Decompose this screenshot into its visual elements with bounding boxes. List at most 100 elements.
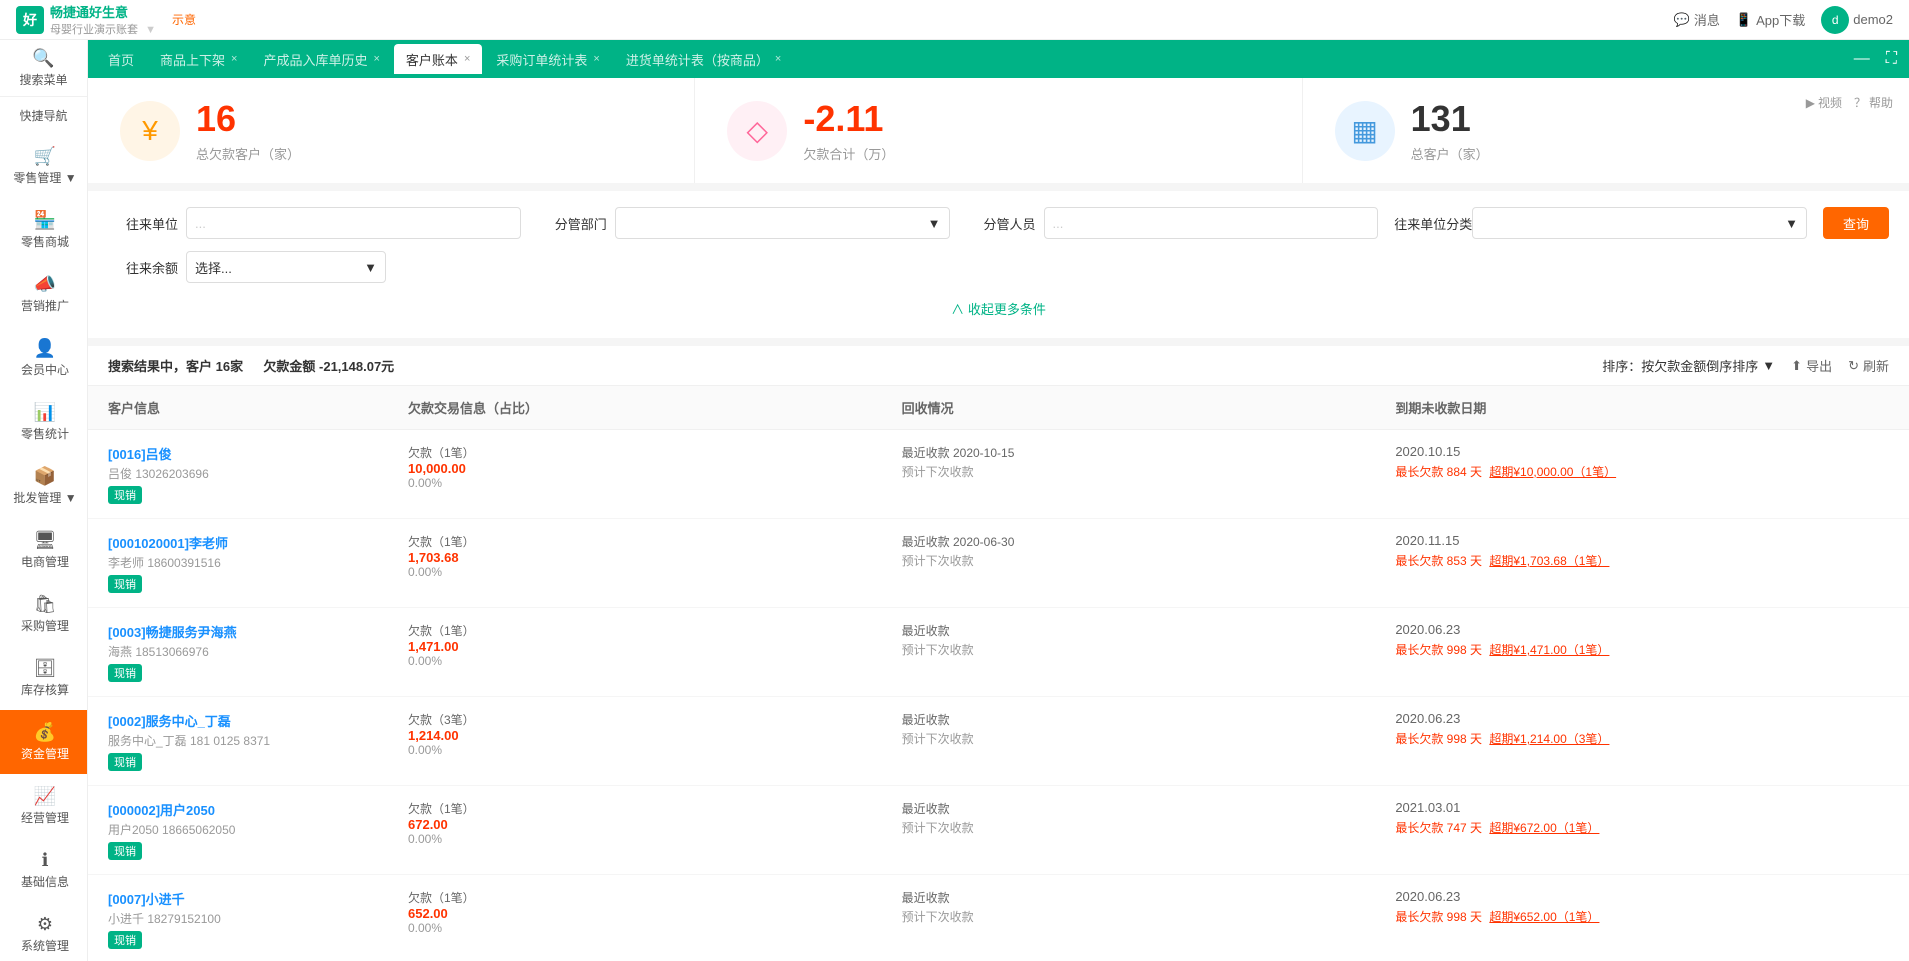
export-btn[interactable]: ⬆ 导出 <box>1791 356 1832 375</box>
customer-name-4[interactable]: [000002]用户2050 <box>108 800 408 819</box>
stat-icon-overdue: ¥ <box>120 101 180 161</box>
tab-close-purchase-stats[interactable]: × <box>593 53 599 65</box>
customer-tag-3: 现销 <box>108 753 142 771</box>
sidebar-item-retail-mgmt[interactable]: 🛒 零售管理 ▼ <box>0 134 87 198</box>
debt-amount-4[interactable]: 672.00 <box>408 817 902 832</box>
debt-info-1: 欠款（1笔） 1,703.68 0.00% <box>408 533 902 579</box>
stat-value-amount: -2.11 <box>803 98 894 140</box>
user-menu[interactable]: d demo2 <box>1821 6 1893 34</box>
balance-select[interactable]: 选择... ▼ <box>186 251 386 283</box>
debt-amount-3[interactable]: 1,214.00 <box>408 728 902 743</box>
sidebar-fast-nav[interactable]: 快捷导航 <box>0 97 87 134</box>
top-bar: 好 畅捷通好生意 母婴行业演示账套 ▼ 示意 💬 消息 📱 App下载 d de… <box>0 0 1909 40</box>
logo-area: 好 畅捷通好生意 母婴行业演示账套 ▼ <box>16 2 156 37</box>
tab-production-history[interactable]: 产成品入库单历史 × <box>251 44 391 74</box>
basic-icon: ℹ <box>7 850 83 871</box>
customer-tag-5: 现销 <box>108 931 142 949</box>
help-btn[interactable]: ？ 帮助 <box>1854 94 1893 111</box>
recover-info-5: 最近收款 预计下次收款 <box>902 889 1396 925</box>
sidebar-item-purchase[interactable]: 🛍 采购管理 <box>0 582 87 646</box>
customer-info-5: [0007]小进千 小进千 18279152100 现销 <box>108 889 408 949</box>
tab-close-customer-account[interactable]: × <box>464 53 470 65</box>
sidebar-item-retail-store[interactable]: 🏪 零售商城 <box>0 198 87 262</box>
tab-home[interactable]: 首页 <box>96 44 146 74</box>
sidebar-item-retail-stats[interactable]: 📊 零售统计 <box>0 390 87 454</box>
sidebar-item-system[interactable]: ⚙ 系统管理 <box>0 902 87 961</box>
tab-purchase-stats[interactable]: 采购订单统计表 × <box>484 44 611 74</box>
branch-dept-label: 分管部门 <box>537 214 607 233</box>
debt-amount-1[interactable]: 1,703.68 <box>408 550 902 565</box>
debt-amount-0[interactable]: 10,000.00 <box>408 461 902 476</box>
overdue-days-4[interactable]: 最长欠款 747 天 超期¥672.00（1笔） <box>1395 819 1889 836</box>
system-icon: ⚙ <box>7 914 83 935</box>
marketing-icon: 📣 <box>7 274 83 295</box>
customer-name-5[interactable]: [0007]小进千 <box>108 889 408 908</box>
debt-amount-2[interactable]: 1,471.00 <box>408 639 902 654</box>
source-category-label: 往来单位分类 <box>1394 214 1464 233</box>
tab-customer-account[interactable]: 客户账本 × <box>394 44 482 74</box>
overdue-days-3[interactable]: 最长欠款 998 天 超期¥1,214.00（3笔） <box>1395 730 1889 747</box>
tab-minimize-btn[interactable]: — <box>1850 50 1874 68</box>
sidebar-item-basic-info[interactable]: ℹ 基础信息 <box>0 838 87 902</box>
tab-close-production-history[interactable]: × <box>373 53 379 65</box>
avatar: d <box>1821 6 1849 34</box>
store-icon: 🏪 <box>7 210 83 231</box>
chevron-down-icon-2: ▼ <box>1785 216 1798 231</box>
message-btn[interactable]: 💬 消息 <box>1674 10 1720 29</box>
stat-card-overdue-customers: ¥ 16 总欠款客户（家） <box>88 78 695 183</box>
tab-close-product-listing[interactable]: × <box>231 53 237 65</box>
last-collect-2: 最近收款 <box>902 622 1396 639</box>
app-download-btn[interactable]: 📱 App下载 <box>1736 10 1805 29</box>
customer-name-0[interactable]: [0016]吕俊 <box>108 444 408 463</box>
sidebar: 🔍 搜索菜单 快捷导航 🛒 零售管理 ▼ 🏪 零售商城 📣 营销推广 👤 会员中… <box>0 40 88 961</box>
sort-select[interactable]: 排序：按欠款金额倒序排序 ▼ <box>1602 356 1775 375</box>
finance-icon: 💰 <box>7 722 83 743</box>
tab-inbound-stats[interactable]: 进货单统计表（按商品） × <box>614 44 793 74</box>
search-button[interactable]: 查询 <box>1823 207 1889 239</box>
sidebar-item-ecommerce[interactable]: 🖥 电商管理 <box>0 518 87 582</box>
sidebar-item-batch-mgmt[interactable]: 📦 批发管理 ▼ <box>0 454 87 518</box>
customer-contact-2: 海燕 18513066976 <box>108 643 408 660</box>
overdue-days-2[interactable]: 最长欠款 998 天 超期¥1,471.00（1笔） <box>1395 641 1889 658</box>
last-collect-3: 最近收款 <box>902 711 1396 728</box>
stat-value-total: 131 <box>1411 98 1489 140</box>
export-icon: ⬆ <box>1791 358 1802 374</box>
sidebar-item-member[interactable]: 👤 会员中心 <box>0 326 87 390</box>
sidebar-item-marketing[interactable]: 📣 营销推广 <box>0 262 87 326</box>
overdue-days-1[interactable]: 最长欠款 853 天 超期¥1,703.68（1笔） <box>1395 552 1889 569</box>
due-date-5: 2020.06.23 <box>1395 889 1889 904</box>
customer-tag-1: 现销 <box>108 575 142 593</box>
due-date-0: 2020.10.15 <box>1395 444 1889 459</box>
tab-product-listing[interactable]: 商品上下架 × <box>148 44 249 74</box>
tab-close-inbound-stats[interactable]: × <box>775 53 781 65</box>
sidebar-item-business[interactable]: 📈 经营管理 <box>0 774 87 838</box>
overdue-days-0[interactable]: 最长欠款 884 天 超期¥10,000.00（1笔） <box>1395 463 1889 480</box>
last-collect-0: 最近收款 2020-10-15 <box>902 444 1396 461</box>
ecommerce-icon: 🖥 <box>7 530 83 551</box>
debt-amount-5[interactable]: 652.00 <box>408 906 902 921</box>
branch-person-input[interactable]: ... <box>1044 207 1379 239</box>
sidebar-toggle[interactable]: 示意 <box>172 11 196 28</box>
sidebar-item-finance[interactable]: 💰 资金管理 <box>0 710 87 774</box>
top-bar-right: 💬 消息 📱 App下载 d demo2 <box>1674 6 1893 34</box>
result-actions: 排序：按欠款金额倒序排序 ▼ ⬆ 导出 ↻ 刷新 <box>1602 356 1889 375</box>
inventory-icon: 🗄 <box>7 658 83 679</box>
overdue-info-2: 2020.06.23 最长欠款 998 天 超期¥1,471.00（1笔） <box>1395 622 1889 658</box>
overdue-days-5[interactable]: 最长欠款 998 天 超期¥652.00（1笔） <box>1395 908 1889 925</box>
collapse-filter-btn[interactable]: ∧ 收起更多条件 <box>108 295 1889 322</box>
branch-dept-select[interactable]: ▼ <box>615 207 950 239</box>
result-info-bar: 搜索结果中，客户 16家 欠款金额 -21,148.07元 排序：按欠款金额倒序… <box>88 346 1909 386</box>
customer-info-0: [0016]吕俊 吕俊 13026203696 现销 <box>108 444 408 504</box>
source-category-select[interactable]: ▼ <box>1472 207 1807 239</box>
source-unit-input[interactable]: ... <box>186 207 521 239</box>
refresh-btn[interactable]: ↻ 刷新 <box>1848 356 1889 375</box>
tab-maximize-btn[interactable]: ⛶ <box>1882 50 1901 68</box>
sidebar-search[interactable]: 🔍 搜索菜单 <box>0 40 87 97</box>
customer-name-1[interactable]: [0001020001]李老师 <box>108 533 408 552</box>
customer-name-2[interactable]: [0003]畅捷服务尹海燕 <box>108 622 408 641</box>
customer-name-3[interactable]: [0002]服务中心_丁磊 <box>108 711 408 730</box>
video-btn[interactable]: ▶ 视频 <box>1806 94 1842 111</box>
stat-info-total: 131 总客户（家） <box>1411 98 1489 163</box>
debt-count-2: 欠款（1笔） <box>408 622 902 639</box>
sidebar-item-inventory[interactable]: 🗄 库存核算 <box>0 646 87 710</box>
